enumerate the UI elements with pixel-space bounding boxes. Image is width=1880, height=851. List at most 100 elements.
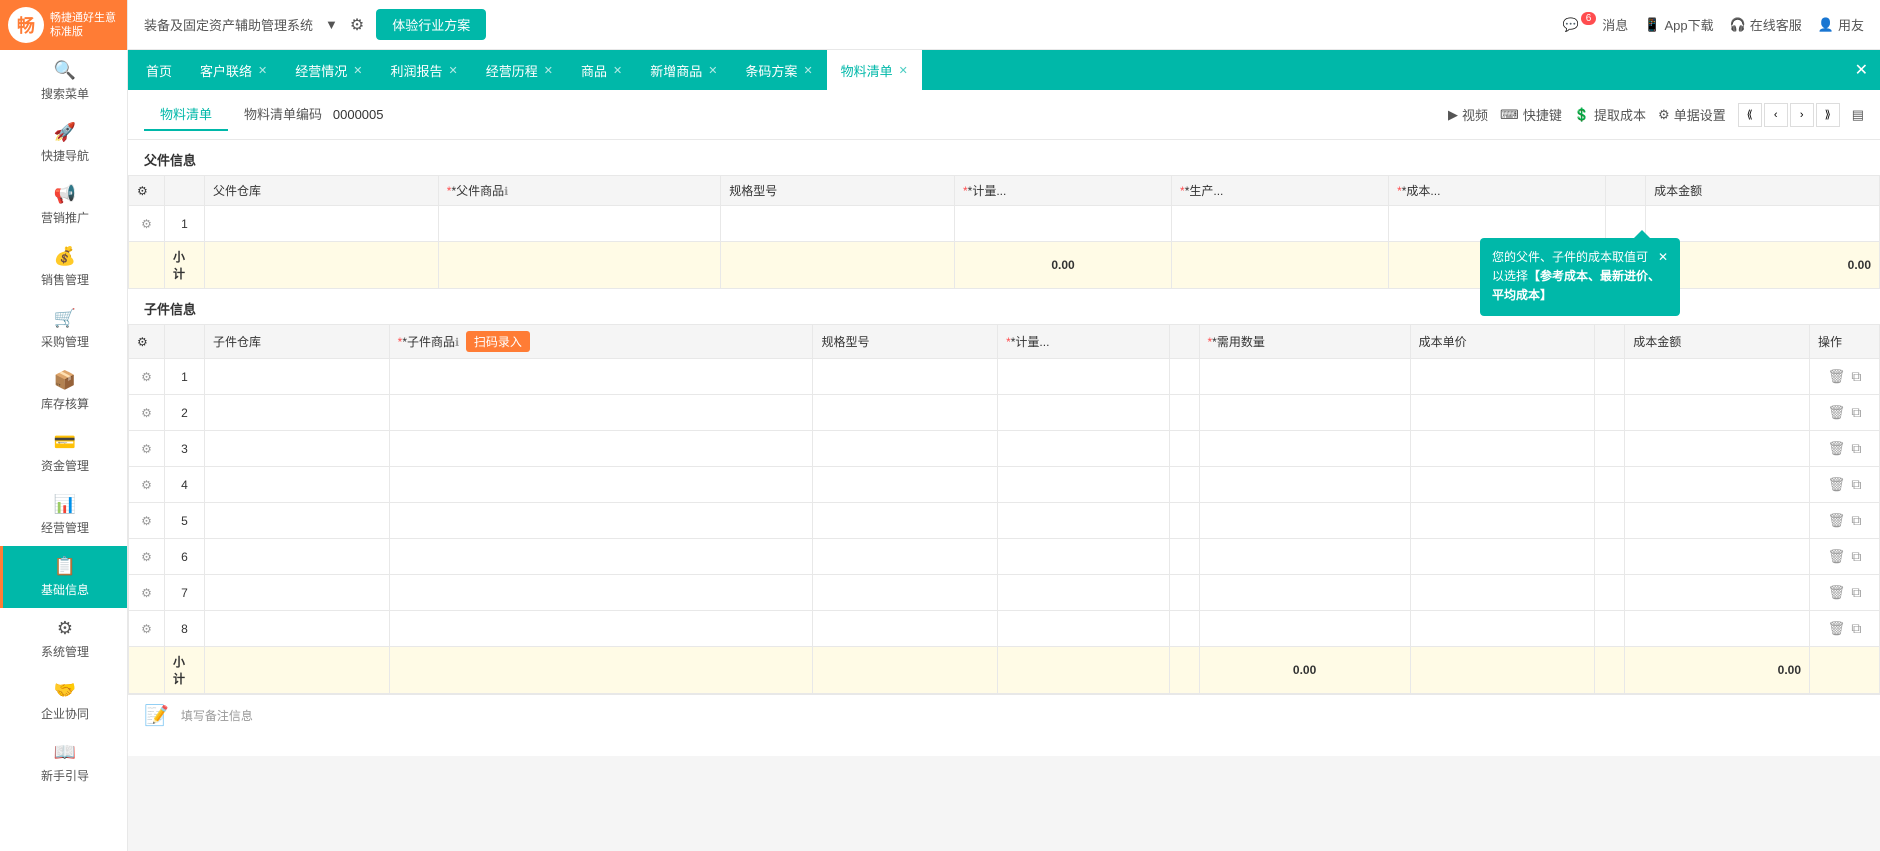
extract-cost-btn[interactable]: 💲 提取成本 bbox=[1574, 105, 1646, 124]
child-row3-product[interactable] bbox=[389, 431, 813, 467]
child-row6-warehouse[interactable] bbox=[205, 539, 390, 575]
child-row3-warehouse[interactable] bbox=[205, 431, 390, 467]
tooltip-close-btn[interactable]: ✕ bbox=[1658, 248, 1668, 267]
child-row7-need-qty[interactable] bbox=[1199, 575, 1410, 611]
child-row1-need-qty[interactable] bbox=[1199, 359, 1410, 395]
delete-icon[interactable]: 🗑 bbox=[1828, 368, 1846, 385]
tab-barcode-close[interactable]: ✕ bbox=[803, 64, 812, 77]
delete-icon[interactable]: 🗑 bbox=[1828, 512, 1846, 529]
child-row8-unit-cost[interactable] bbox=[1410, 611, 1595, 647]
tab-bom-close[interactable]: ✕ bbox=[899, 64, 908, 77]
child-row4-quantity[interactable] bbox=[998, 467, 1169, 503]
trial-button[interactable]: 体验行业方案 bbox=[376, 9, 486, 40]
prev-page-btn[interactable]: ‹ bbox=[1764, 103, 1788, 127]
sidebar-item-search[interactable]: 🔍 搜索菜单 bbox=[0, 50, 127, 112]
tab-home[interactable]: 首页 bbox=[132, 50, 186, 90]
child-row2-unit-cost[interactable] bbox=[1410, 395, 1595, 431]
copy-icon[interactable]: ⧉ bbox=[1851, 548, 1861, 565]
parent-row1-spec[interactable] bbox=[721, 206, 955, 242]
copy-icon[interactable]: ⧉ bbox=[1851, 620, 1861, 637]
child-row1-unit-cost[interactable] bbox=[1410, 359, 1595, 395]
child-row8-spec[interactable] bbox=[813, 611, 998, 647]
child-row1-product[interactable] bbox=[389, 359, 813, 395]
child-row4-warehouse[interactable] bbox=[205, 467, 390, 503]
child-row3-quantity[interactable] bbox=[998, 431, 1169, 467]
child-row1-quantity[interactable] bbox=[998, 359, 1169, 395]
online-service-btn[interactable]: 🎧 在线客服 bbox=[1730, 15, 1802, 34]
tab-profit[interactable]: 利润报告 ✕ bbox=[376, 50, 471, 90]
child-row7-spec[interactable] bbox=[813, 575, 998, 611]
child-row2-product[interactable] bbox=[389, 395, 813, 431]
child-row5-unit-cost[interactable] bbox=[1410, 503, 1595, 539]
copy-icon[interactable]: ⧉ bbox=[1851, 440, 1861, 457]
child-row3-spec[interactable] bbox=[813, 431, 998, 467]
child-row7-unit-cost[interactable] bbox=[1410, 575, 1595, 611]
settings-icon[interactable]: ⚙ bbox=[350, 15, 364, 35]
parent-row1-cost[interactable] bbox=[1389, 206, 1606, 242]
next-page-btn[interactable]: › bbox=[1790, 103, 1814, 127]
child-row1-spec[interactable] bbox=[813, 359, 998, 395]
sub-tab-bom[interactable]: 物料清单 bbox=[144, 98, 228, 131]
parent-row1-production[interactable] bbox=[1172, 206, 1389, 242]
delete-icon[interactable]: 🗑 bbox=[1828, 404, 1846, 421]
child-row1-warehouse[interactable] bbox=[205, 359, 390, 395]
child-row5-warehouse[interactable] bbox=[205, 503, 390, 539]
child-row4-product[interactable] bbox=[389, 467, 813, 503]
tab-new-product-close[interactable]: ✕ bbox=[708, 64, 717, 77]
tab-profit-close[interactable]: ✕ bbox=[449, 64, 458, 77]
tab-bom[interactable]: 物料清单 ✕ bbox=[827, 50, 922, 90]
tab-operations-close[interactable]: ✕ bbox=[353, 64, 362, 77]
child-row8-product[interactable] bbox=[389, 611, 813, 647]
child-row6-spec[interactable] bbox=[813, 539, 998, 575]
child-row5-product[interactable] bbox=[389, 503, 813, 539]
tab-new-product[interactable]: 新增商品 ✕ bbox=[636, 50, 731, 90]
shortcut-btn[interactable]: ⌨ 快捷键 bbox=[1500, 105, 1562, 124]
delete-icon[interactable]: 🗑 bbox=[1828, 440, 1846, 457]
tab-product-close[interactable]: ✕ bbox=[613, 64, 622, 77]
child-row3-need-qty[interactable] bbox=[1199, 431, 1410, 467]
child-row5-spec[interactable] bbox=[813, 503, 998, 539]
grid-view-btn[interactable]: ▤ bbox=[1852, 107, 1864, 123]
copy-icon[interactable]: ⧉ bbox=[1851, 584, 1861, 601]
copy-icon[interactable]: ⧉ bbox=[1851, 512, 1861, 529]
delete-icon[interactable]: 🗑 bbox=[1828, 620, 1846, 637]
sidebar-item-finance[interactable]: 💳 资金管理 bbox=[0, 422, 127, 484]
child-row4-spec[interactable] bbox=[813, 467, 998, 503]
child-row8-quantity[interactable] bbox=[998, 611, 1169, 647]
last-page-btn[interactable]: ⟫ bbox=[1816, 103, 1840, 127]
child-row3-unit-cost[interactable] bbox=[1410, 431, 1595, 467]
child-row2-spec[interactable] bbox=[813, 395, 998, 431]
sidebar-item-basics[interactable]: 📋 基础信息 bbox=[0, 546, 127, 608]
delete-icon[interactable]: 🗑 bbox=[1828, 476, 1846, 493]
child-row5-need-qty[interactable] bbox=[1199, 503, 1410, 539]
child-row5-quantity[interactable] bbox=[998, 503, 1169, 539]
tab-customer-close[interactable]: ✕ bbox=[258, 64, 267, 77]
app-download-btn[interactable]: 📱 App下载 bbox=[1644, 15, 1713, 34]
first-page-btn[interactable]: ⟪ bbox=[1738, 103, 1762, 127]
copy-icon[interactable]: ⧉ bbox=[1851, 368, 1861, 385]
tab-product[interactable]: 商品 ✕ bbox=[567, 50, 636, 90]
sidebar-item-system[interactable]: ⚙ 系统管理 bbox=[0, 608, 127, 670]
scan-input-btn[interactable]: 扫码录入 bbox=[466, 331, 530, 352]
parent-row1-quantity[interactable] bbox=[955, 206, 1172, 242]
sub-tab-bom-code[interactable]: 物料清单编码 0000005 bbox=[228, 98, 399, 131]
sidebar-item-operations[interactable]: 📊 经营管理 bbox=[0, 484, 127, 546]
child-row7-warehouse[interactable] bbox=[205, 575, 390, 611]
close-all-tabs[interactable]: ✕ bbox=[1847, 60, 1876, 80]
sidebar-item-marketing[interactable]: 📢 营销推广 bbox=[0, 174, 127, 236]
user-btn[interactable]: 👤 用友 bbox=[1818, 15, 1864, 34]
child-row6-product[interactable] bbox=[389, 539, 813, 575]
child-row8-warehouse[interactable] bbox=[205, 611, 390, 647]
tab-barcode[interactable]: 条码方案 ✕ bbox=[731, 50, 826, 90]
child-row6-quantity[interactable] bbox=[998, 539, 1169, 575]
doc-settings-btn[interactable]: ⚙ 单据设置 bbox=[1658, 105, 1726, 124]
view-video-btn[interactable]: ▶ 视频 bbox=[1448, 105, 1488, 124]
sidebar-item-inventory[interactable]: 📦 库存核算 bbox=[0, 360, 127, 422]
child-row2-need-qty[interactable] bbox=[1199, 395, 1410, 431]
child-row6-need-qty[interactable] bbox=[1199, 539, 1410, 575]
child-row6-unit-cost[interactable] bbox=[1410, 539, 1595, 575]
child-row4-need-qty[interactable] bbox=[1199, 467, 1410, 503]
message-btn[interactable]: 💬 6 消息 bbox=[1563, 15, 1629, 34]
delete-icon[interactable]: 🗑 bbox=[1828, 548, 1846, 565]
tab-history[interactable]: 经营历程 ✕ bbox=[472, 50, 567, 90]
